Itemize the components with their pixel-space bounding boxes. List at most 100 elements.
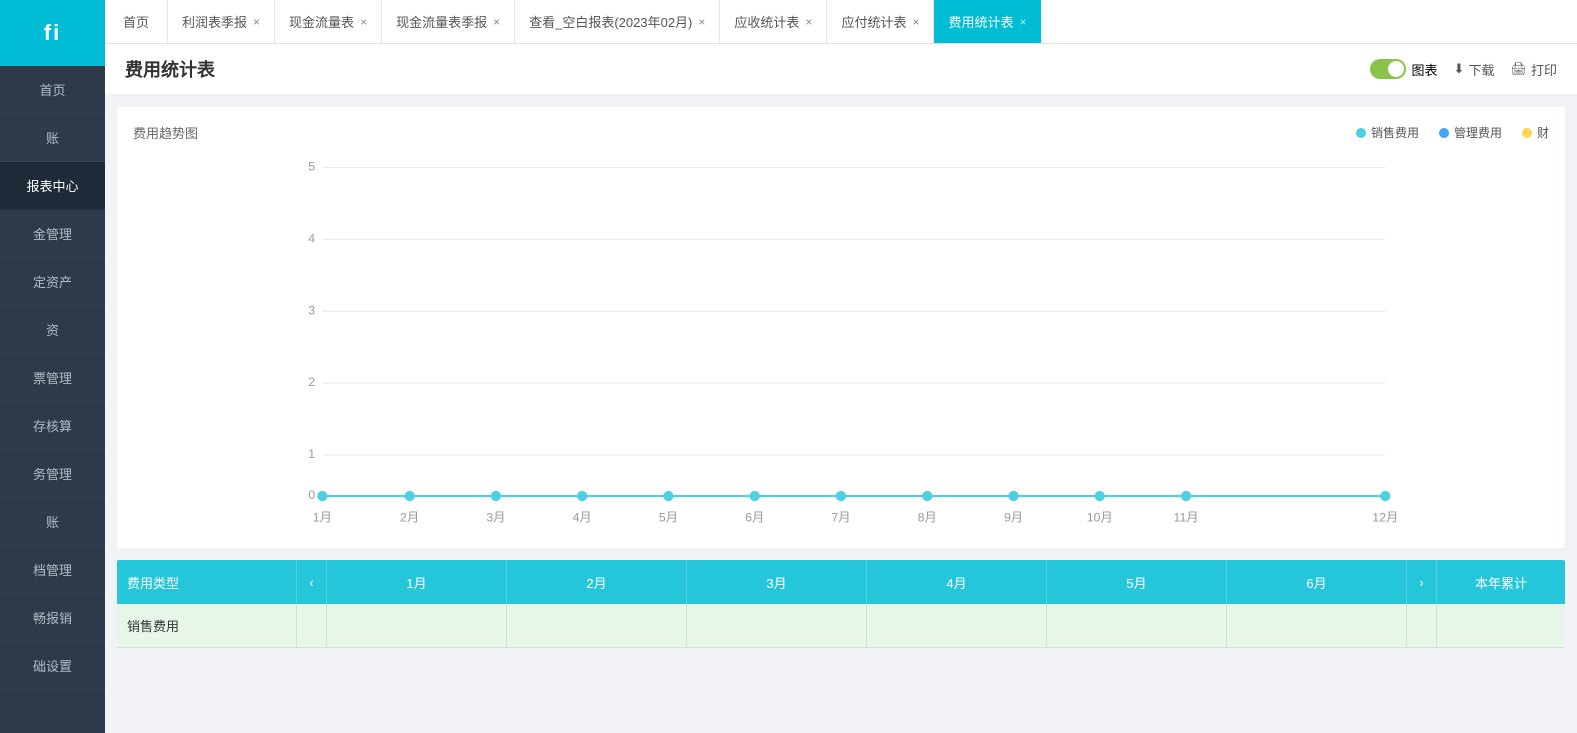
svg-text:1: 1 [308,447,315,461]
tab-close-payable[interactable]: × [912,15,919,29]
th-type: 费用类型 [117,560,297,604]
svg-text:11月: 11月 [1174,511,1199,525]
page-actions: 图表 ⬇ 下载 🖨 打印 [1370,59,1557,79]
prev-arrow-icon[interactable]: ‹ [309,575,313,590]
svg-text:3月: 3月 [486,511,505,525]
td-spacer-next [1407,604,1437,647]
td-type-value: 销售费用 [127,616,179,635]
chart-header: 费用趋势图 销售费用 管理费用 财 [133,123,1549,142]
sidebar-item-home[interactable]: 首页 [0,66,105,114]
svg-text:2: 2 [308,375,315,389]
table-header-row: 费用类型 ‹ 1月 2月 3月 4月 5月 [117,560,1565,604]
print-button[interactable]: 🖨 打印 [1510,60,1557,79]
download-button[interactable]: ⬇ 下载 [1454,60,1495,79]
legend-dot-finance [1522,128,1532,138]
th-month-4: 4月 [867,560,1047,604]
td-ytd [1437,604,1565,647]
legend-dot-sales [1356,128,1366,138]
chart-toggle-label: 图表 [1412,60,1438,79]
legend-dot-admin [1439,128,1449,138]
th-next[interactable]: › [1407,560,1437,604]
th-ytd: 本年累计 [1437,560,1565,604]
sidebar-item-fixed-assets[interactable]: 定资产 [0,258,105,306]
sidebar-item-basic-settings[interactable]: 础设置 [0,642,105,690]
tab-close-receivable[interactable]: × [805,15,812,29]
sidebar-item-inventory[interactable]: 存核算 [0,402,105,450]
sidebar: fi 首页 账 报表中心 金管理 定资产 资 票管理 存核算 务管理 账 档管理… [0,0,105,733]
tab-close-cash-flow-quarterly[interactable]: × [493,15,500,29]
sidebar-item-service-mgmt[interactable]: 务管理 [0,450,105,498]
chart-section: 费用趋势图 销售费用 管理费用 财 [117,107,1565,548]
svg-text:4月: 4月 [573,511,592,525]
tab-profit-quarterly[interactable]: 利润表季报 × [168,0,275,44]
td-type: 销售费用 [117,604,297,647]
svg-text:4: 4 [308,231,315,245]
chart-container: 5 4 3 2 1 0 [133,152,1549,532]
legend-label-admin: 管理费用 [1454,124,1502,141]
svg-text:0: 0 [308,488,315,502]
sidebar-item-archive-mgmt[interactable]: 档管理 [0,546,105,594]
svg-text:2月: 2月 [400,511,419,525]
th-month-5: 5月 [1047,560,1227,604]
legend-label-sales: 销售费用 [1371,124,1419,141]
th-month-4-label: 4月 [946,573,966,592]
tab-close-expense-stats[interactable]: × [1019,15,1026,29]
content-area: 费用统计表 图表 ⬇ 下载 🖨 打印 费用趋势图 [105,44,1577,733]
app-logo: fi [0,0,105,66]
chart-legend: 销售费用 管理费用 财 [1356,124,1549,141]
line-chart: 5 4 3 2 1 0 [133,152,1549,532]
chart-title: 费用趋势图 [133,123,198,142]
sidebar-item-expense-claim[interactable]: 畅报销 [0,594,105,642]
td-m3 [687,604,867,647]
chart-toggle[interactable] [1370,59,1406,79]
td-spacer-prev [297,604,327,647]
next-arrow-icon[interactable]: › [1419,575,1423,590]
th-month-1: 1月 [327,560,507,604]
table-section: 费用类型 ‹ 1月 2月 3月 4月 5月 [117,560,1565,648]
tab-home[interactable]: 首页 [105,0,168,44]
th-ytd-label: 本年累计 [1475,573,1527,592]
th-month-3: 3月 [687,560,867,604]
legend-label-finance: 财 [1537,124,1549,141]
td-m2 [507,604,687,647]
sidebar-item-account[interactable]: 账 [0,114,105,162]
tab-cash-flow-quarterly[interactable]: 现金流量表季报 × [382,0,515,44]
print-icon: 🖨 [1510,61,1527,77]
th-month-3-label: 3月 [766,573,786,592]
svg-text:7月: 7月 [831,511,850,525]
tab-close-cash-flow[interactable]: × [360,15,367,29]
svg-text:1月: 1月 [313,511,332,525]
td-m1 [327,604,507,647]
th-type-label: 费用类型 [127,573,179,592]
th-month-6: 6月 [1227,560,1407,604]
th-prev[interactable]: ‹ [297,560,327,604]
svg-text:9月: 9月 [1004,511,1023,525]
legend-admin: 管理费用 [1439,124,1502,141]
sidebar-item-fund-mgmt[interactable]: 金管理 [0,210,105,258]
tab-receivable[interactable]: 应收统计表 × [720,0,827,44]
page-header: 费用统计表 图表 ⬇ 下载 🖨 打印 [105,44,1577,95]
th-month-2: 2月 [507,560,687,604]
sidebar-item-investment[interactable]: 资 [0,306,105,354]
th-month-1-label: 1月 [406,573,426,592]
tab-payable[interactable]: 应付统计表 × [827,0,934,44]
td-m6 [1227,604,1407,647]
th-month-2-label: 2月 [586,573,606,592]
th-month-5-label: 5月 [1126,573,1146,592]
sidebar-item-sub-account[interactable]: 账 [0,498,105,546]
chart-toggle-wrap[interactable]: 图表 [1370,59,1438,79]
td-m4 [867,604,1047,647]
svg-text:10月: 10月 [1087,511,1113,525]
svg-text:5: 5 [308,159,315,173]
sidebar-item-report-center[interactable]: 报表中心 [0,162,105,210]
tab-cash-flow[interactable]: 现金流量表 × [275,0,382,44]
td-m5 [1047,604,1227,647]
tab-blank-report[interactable]: 查看_空白报表(2023年02月) × [515,0,720,44]
sidebar-item-invoice-mgmt[interactable]: 票管理 [0,354,105,402]
main-area: 首页 利润表季报 × 现金流量表 × 现金流量表季报 × 查看_空白报表(202… [105,0,1577,733]
tab-expense-stats[interactable]: 费用统计表 × [934,0,1041,44]
tab-close-profit-quarterly[interactable]: × [253,15,260,29]
svg-text:12月: 12月 [1372,511,1398,525]
download-icon: ⬇ [1454,61,1465,77]
tab-close-blank-report[interactable]: × [698,15,705,29]
